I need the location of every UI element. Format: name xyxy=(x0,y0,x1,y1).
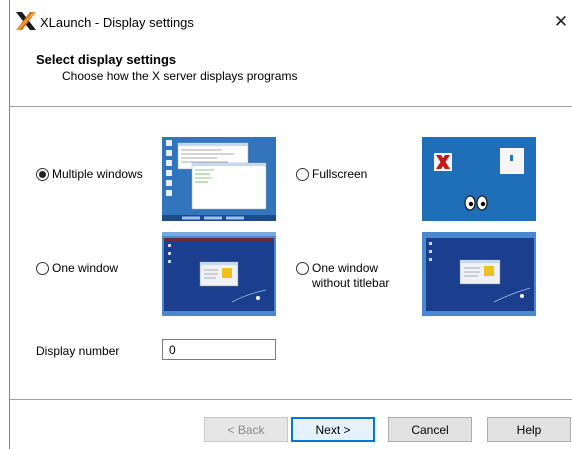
fullscreen-preview-image xyxy=(422,137,536,221)
multiple-windows-preview-image xyxy=(162,137,276,221)
xlaunch-x-icon xyxy=(16,12,36,30)
page-title: Select display settings xyxy=(36,52,177,67)
radio-label-one-window: One window xyxy=(52,261,119,275)
cancel-button[interactable]: Cancel xyxy=(388,417,472,442)
radio-one-window-no-titlebar[interactable]: One window without titlebar xyxy=(296,261,389,291)
radio-label-multiple-windows: Multiple windows xyxy=(52,167,143,181)
help-button[interactable]: Help xyxy=(487,417,571,442)
wizard-footer: < Back Next > Cancel Help xyxy=(10,400,572,449)
one-window-preview-image xyxy=(162,232,276,316)
radio-one-window[interactable]: One window xyxy=(36,261,118,276)
desktop-multiwindow-image xyxy=(162,137,276,221)
next-button[interactable]: Next > xyxy=(291,417,375,442)
borderless-window-desktop-image xyxy=(422,232,536,316)
display-options-panel: Multiple windows Fullscreen One window O… xyxy=(10,107,572,399)
radio-multiple-windows[interactable]: Multiple windows xyxy=(36,167,143,182)
display-number-input[interactable] xyxy=(162,339,276,360)
radio-label-one-window-no-titlebar: One window without titlebar xyxy=(312,261,390,290)
radio-button[interactable] xyxy=(296,262,309,275)
window-title: XLaunch - Display settings xyxy=(40,15,194,30)
radio-button[interactable] xyxy=(36,262,49,275)
radio-label-fullscreen: Fullscreen xyxy=(312,167,368,181)
back-button[interactable]: < Back xyxy=(204,417,288,442)
xlaunch-window: XLaunch - Display settings ✕ Select disp… xyxy=(0,0,572,449)
title-bar[interactable]: XLaunch - Display settings ✕ xyxy=(10,0,572,40)
radio-fullscreen[interactable]: Fullscreen xyxy=(296,167,367,182)
radio-button-checked[interactable] xyxy=(36,168,49,181)
display-number-label: Display number xyxy=(36,344,120,358)
radio-button[interactable] xyxy=(296,168,309,181)
wizard-header: Select display settings Choose how the X… xyxy=(10,40,572,106)
close-button[interactable]: ✕ xyxy=(550,8,572,36)
page-subtitle: Choose how the X server displays program… xyxy=(62,69,298,83)
one-window-desktop-image xyxy=(162,232,276,316)
one-window-no-titlebar-preview-image xyxy=(422,232,536,316)
fullscreen-desktop-image xyxy=(422,137,536,221)
